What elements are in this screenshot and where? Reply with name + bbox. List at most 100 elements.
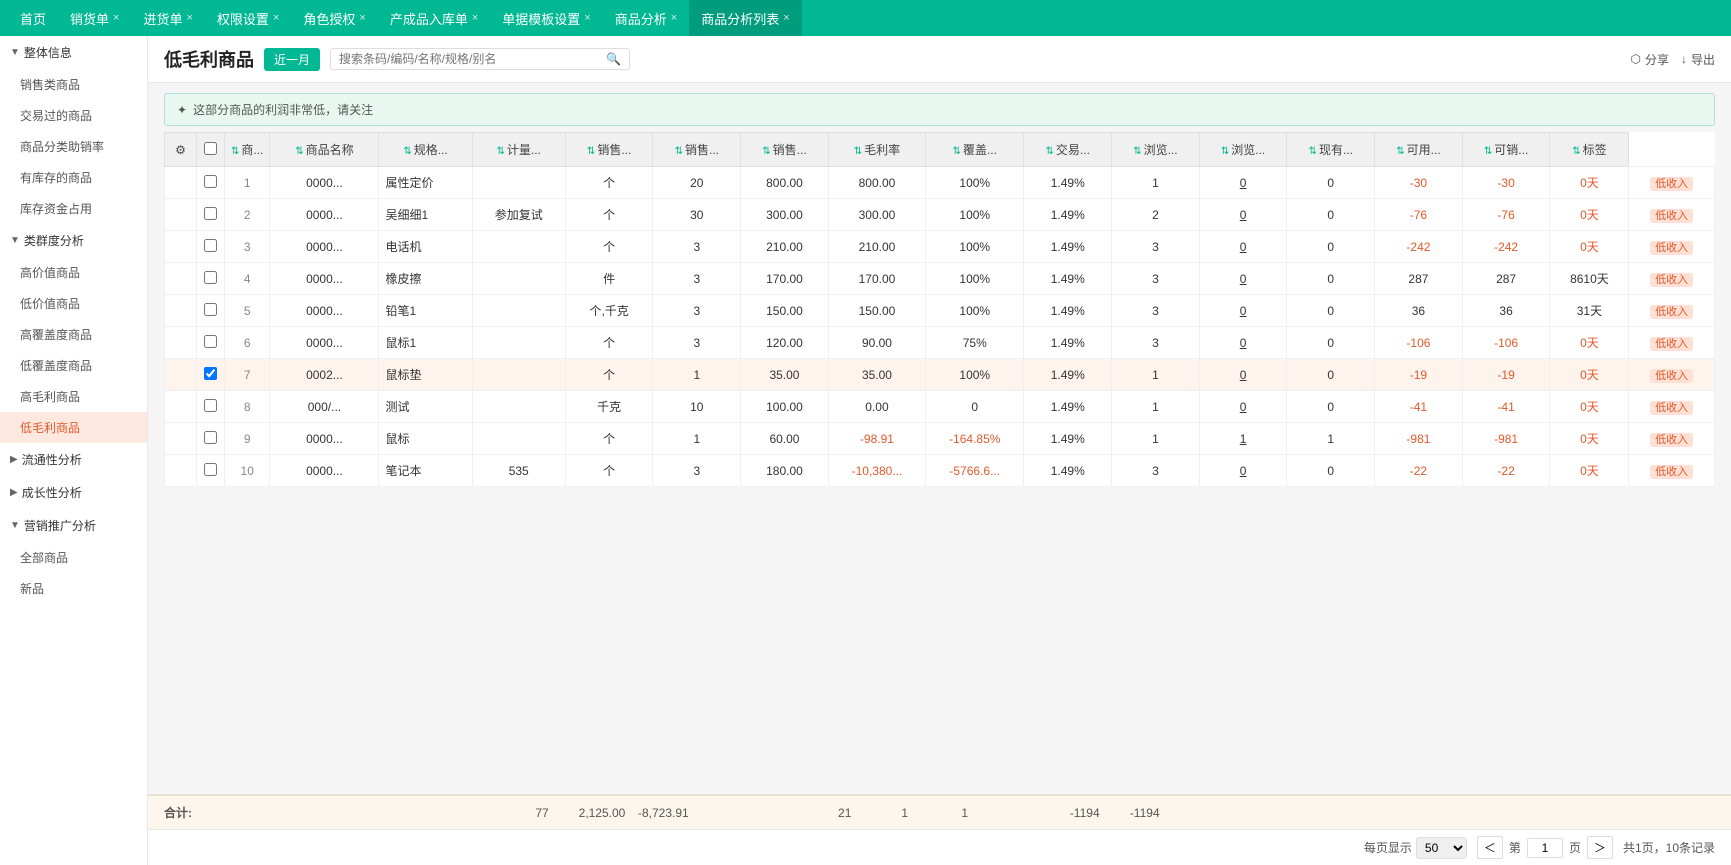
row-view1[interactable]: 0 [1199,327,1287,359]
sidebar-group-cluster[interactable]: ▼ 类群度分析 [0,224,147,257]
row-view1[interactable]: 0 [1199,199,1287,231]
col-gross-margin[interactable]: ⇅毛利率 [828,133,925,167]
sidebar-item-category-rate[interactable]: 商品分类助销率 [0,131,147,162]
row-checkbox[interactable] [197,455,225,487]
search-icon[interactable]: 🔍 [606,52,621,66]
nav-home[interactable]: 首页 [8,0,58,36]
row-view1[interactable]: 0 [1199,391,1287,423]
filter-btn[interactable]: 近一月 [264,48,320,71]
row-current-stock: -30 [1375,167,1463,199]
sidebar-item-sales-goods[interactable]: 销售类商品 [0,69,147,100]
sidebar-group-growth[interactable]: ▶ 成长性分析 [0,476,147,509]
col-view2[interactable]: ⇅浏览... [1199,133,1287,167]
col-tag[interactable]: ⇅标签 [1550,133,1629,167]
col-trade-count[interactable]: ⇅交易... [1024,133,1112,167]
nav-close-product-analysis[interactable]: × [671,12,677,24]
next-page-btn[interactable]: ＞ [1587,836,1613,859]
nav-purchase[interactable]: 进货单 × [131,0,204,36]
row-view1[interactable]: 0 [1199,263,1287,295]
col-sales-profit[interactable]: ⇅销售... [741,133,829,167]
row-view1[interactable]: 0 [1199,455,1287,487]
per-page-select[interactable]: 50 20 100 [1416,837,1467,859]
col-saleable[interactable]: ⇅可销... [1462,133,1550,167]
nav-close-analysis-list[interactable]: × [783,12,789,24]
row-view1[interactable]: 0 [1199,359,1287,391]
nav-analysis-list[interactable]: 商品分析列表 × [689,0,801,36]
row-checkbox[interactable] [197,263,225,295]
sidebar-item-high-value[interactable]: 高价值商品 [0,257,147,288]
row-checkbox[interactable] [197,423,225,455]
row-view1[interactable]: 0 [1199,167,1287,199]
sidebar-item-capital[interactable]: 库存资金占用 [0,193,147,224]
row-code: 000/... [270,391,379,423]
row-sales-qty: 1 [653,423,741,455]
select-all-checkbox[interactable] [204,142,217,155]
col-spec[interactable]: ⇅规格... [379,133,472,167]
nav-close-roles[interactable]: × [359,12,365,24]
nav-roles[interactable]: 角色授权 × [291,0,377,36]
col-available[interactable]: ⇅可用... [1375,133,1463,167]
row-checkbox[interactable] [197,359,225,391]
col-unit[interactable]: ⇅计量... [472,133,565,167]
row-checkbox[interactable] [197,391,225,423]
col-sales-price[interactable]: ⇅销售... [653,133,741,167]
sidebar-item-new-goods[interactable]: 新品 [0,573,147,604]
row-checkbox[interactable] [197,231,225,263]
col-view1[interactable]: ⇅浏览... [1112,133,1200,167]
sidebar-item-low-value[interactable]: 低价值商品 [0,288,147,319]
row-code: 0000... [270,423,379,455]
nav-product-analysis[interactable]: 商品分析 × [603,0,689,36]
row-checkbox[interactable] [197,327,225,359]
row-icon [165,167,197,199]
sidebar-item-low-margin[interactable]: 低毛利商品 [0,412,147,443]
col-settings[interactable]: ⚙ [165,133,197,167]
col-name[interactable]: ⇅商品名称 [270,133,379,167]
col-coverage[interactable]: ⇅覆盖... [926,133,1024,167]
row-tag: 低收入 [1629,327,1715,359]
row-sales-profit: 800.00 [828,167,925,199]
sidebar-item-high-coverage[interactable]: 高覆盖度商品 [0,319,147,350]
prev-page-btn[interactable]: ＜ [1477,836,1503,859]
nav-close-permissions[interactable]: × [273,12,279,24]
sidebar-item-in-stock[interactable]: 有库存的商品 [0,162,147,193]
row-view1[interactable]: 1 [1199,423,1287,455]
share-button[interactable]: ⬡ 分享 [1630,51,1669,68]
nav-close-purchase[interactable]: × [186,12,192,24]
row-view1[interactable]: 0 [1199,231,1287,263]
nav-template[interactable]: 单据模板设置 × [490,0,602,36]
nav-close-template[interactable]: × [584,12,590,24]
col-sales-qty[interactable]: ⇅销售... [565,133,653,167]
row-available: -22 [1462,455,1550,487]
nav-close-finished-goods[interactable]: × [472,12,478,24]
export-button[interactable]: ↓ 导出 [1681,51,1715,68]
footer-coverage [755,806,815,820]
sidebar-group-overall[interactable]: ▼ 整体信息 [0,36,147,69]
row-checkbox[interactable] [197,295,225,327]
col-current-stock[interactable]: ⇅现有... [1287,133,1375,167]
row-name: 橡皮擦 [379,263,472,295]
col-code[interactable]: ⇅商... [225,133,270,167]
page-input[interactable] [1527,838,1563,858]
nav-finished-goods[interactable]: 产成品入库单 × [378,0,490,36]
row-view1[interactable]: 0 [1199,295,1287,327]
nav-sales[interactable]: 销货单 × [58,0,131,36]
sidebar-item-all-goods[interactable]: 全部商品 [0,542,147,573]
row-view2: 0 [1287,359,1375,391]
row-code: 0000... [270,327,379,359]
sidebar-group-marketing[interactable]: ▼ 营销推广分析 [0,509,147,542]
footer-trade-count: 21 [815,806,875,820]
sidebar-item-high-margin[interactable]: 高毛利商品 [0,381,147,412]
nav-permissions[interactable]: 权限设置 × [205,0,291,36]
sidebar-group-circulation[interactable]: ▶ 流通性分析 [0,443,147,476]
row-checkbox[interactable] [197,167,225,199]
nav-close-sales[interactable]: × [113,12,119,24]
row-sales-qty: 3 [653,327,741,359]
table-container[interactable]: ⚙ ⇅商... ⇅商品名称 ⇅规格... ⇅计量... ⇅销售... ⇅销售..… [148,132,1731,794]
sidebar-item-traded-goods[interactable]: 交易过的商品 [0,100,147,131]
sidebar-item-low-coverage[interactable]: 低覆盖度商品 [0,350,147,381]
search-input[interactable] [339,52,602,66]
row-code: 0002... [270,359,379,391]
row-checkbox[interactable] [197,199,225,231]
main-layout: ▼ 整体信息 销售类商品 交易过的商品 商品分类助销率 有库存的商品 库存资金占… [0,36,1731,865]
col-checkbox[interactable] [197,133,225,167]
